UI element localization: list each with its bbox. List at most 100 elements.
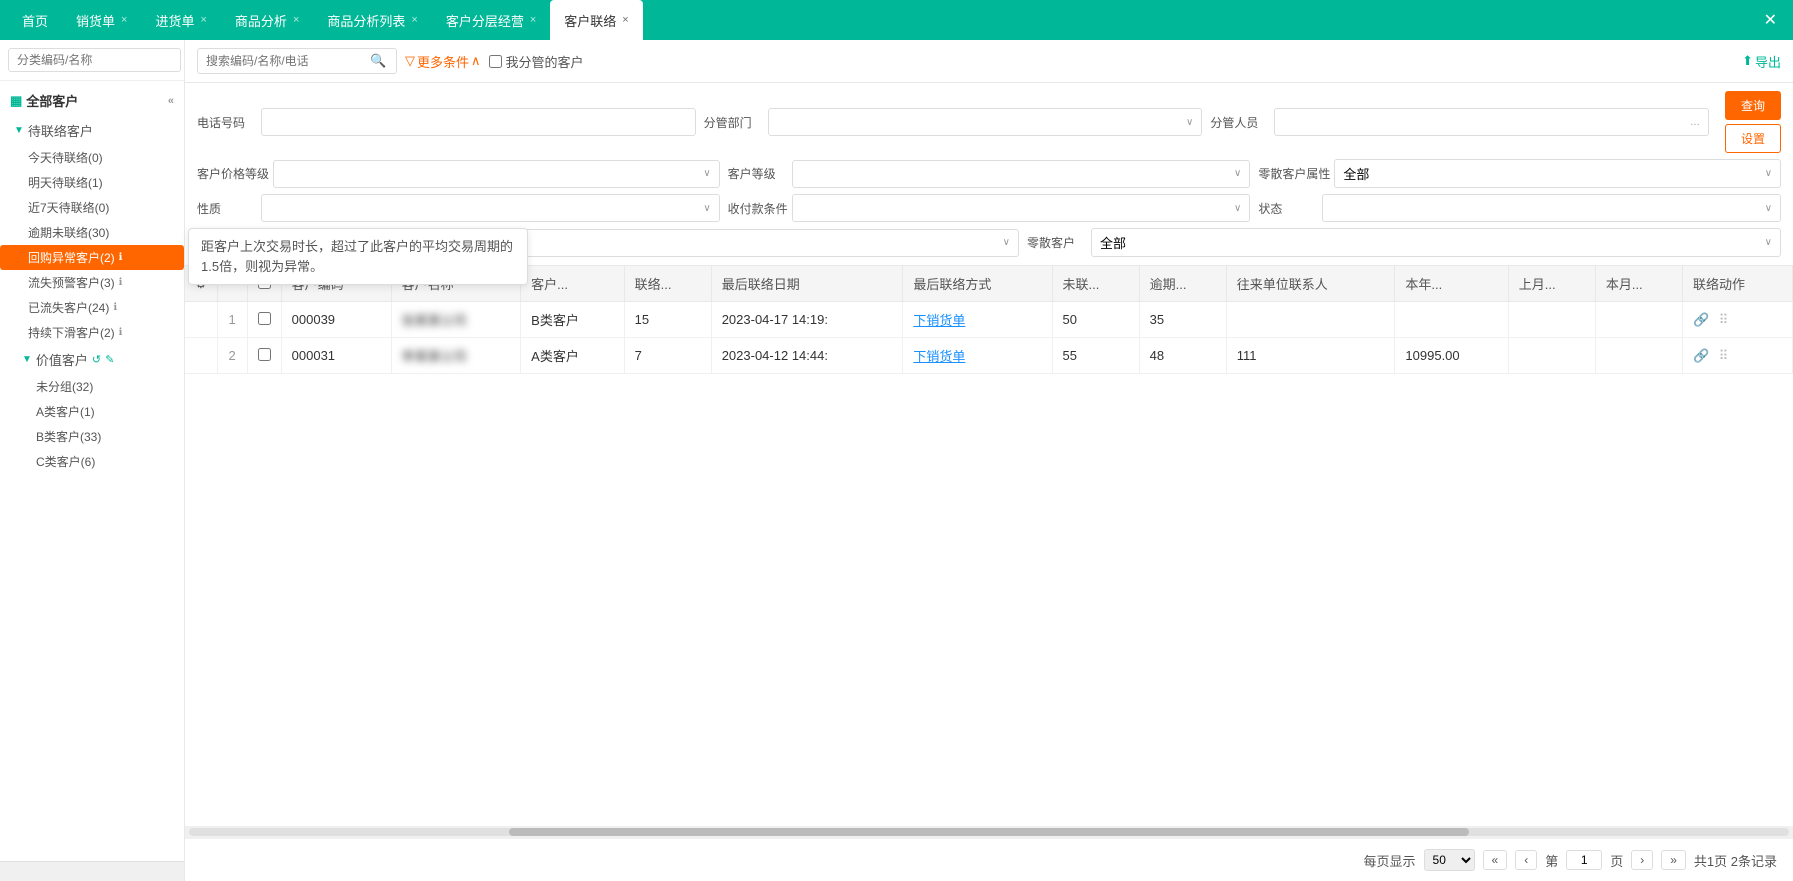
row1-checkbox[interactable] bbox=[258, 312, 271, 325]
row2-check[interactable] bbox=[247, 338, 281, 374]
per-page-select[interactable]: 50 20 100 bbox=[1424, 849, 1475, 871]
nav-item-purchase[interactable]: 进货单 × bbox=[141, 0, 220, 40]
filter-person: 分管人员 … bbox=[1210, 108, 1709, 136]
row1-last-method[interactable]: 下销货单 bbox=[903, 302, 1052, 338]
row1-this-month bbox=[1595, 302, 1682, 338]
retail-attr-select[interactable]: 全部 ∨ bbox=[1334, 159, 1781, 188]
close-analysis-icon[interactable]: × bbox=[293, 14, 299, 26]
sidebar-item-lost[interactable]: 已流失客户(24) ℹ bbox=[0, 295, 184, 320]
row1-check[interactable] bbox=[247, 302, 281, 338]
sidebar-item-b-class[interactable]: B类客户(33) bbox=[8, 424, 184, 449]
person-select[interactable]: … bbox=[1274, 108, 1709, 136]
row2-name-blurred: 李某某公司 bbox=[402, 349, 467, 364]
sidebar-collapse-btn[interactable]: « bbox=[168, 95, 174, 107]
nav-item-home[interactable]: 首页 bbox=[8, 0, 62, 40]
row2-last-method[interactable]: 下销货单 bbox=[903, 338, 1052, 374]
dept-select[interactable]: ∨ bbox=[768, 108, 1203, 136]
gender-select[interactable]: ∨ bbox=[261, 194, 720, 222]
row1-contact-person bbox=[1226, 302, 1395, 338]
retail-customer-select[interactable]: 全部 ∨ bbox=[1091, 228, 1781, 257]
filter-phone: 电话号码 bbox=[197, 108, 696, 136]
col-overdue[interactable]: 逾期... bbox=[1139, 266, 1226, 302]
status-select[interactable]: ∨ bbox=[1322, 194, 1781, 222]
value-customers-header[interactable]: ▼ 价值客户 ↺ ✎ bbox=[8, 345, 184, 374]
horizontal-scrollbar[interactable] bbox=[185, 826, 1793, 838]
close-purchase-icon[interactable]: × bbox=[200, 14, 206, 26]
row1-last-date: 2023-04-17 14:19: bbox=[711, 302, 903, 338]
col-contact-count[interactable]: 联络... bbox=[624, 266, 711, 302]
sidebar-item-loss-warning[interactable]: 流失预警客户(3) ℹ bbox=[0, 270, 184, 295]
row1-link-icon[interactable]: 🔗 bbox=[1693, 312, 1709, 327]
query-button[interactable]: 查询 bbox=[1725, 91, 1781, 120]
chevron-down-icon: ∧ bbox=[471, 53, 481, 69]
row2-link-icon[interactable]: 🔗 bbox=[1693, 348, 1709, 363]
sidebar-item-declining[interactable]: 持续下滑客户(2) ℹ bbox=[0, 320, 184, 345]
last-page-btn[interactable]: » bbox=[1661, 850, 1686, 870]
row1-menu-icon[interactable]: ⠿ bbox=[1719, 312, 1729, 327]
customer-level-select[interactable]: ∨ bbox=[792, 160, 1251, 188]
sidebar-item-ungrouped[interactable]: 未分组(32) bbox=[8, 374, 184, 399]
col-level[interactable]: 客户... bbox=[521, 266, 624, 302]
nav-item-analysis[interactable]: 商品分析 × bbox=[221, 0, 313, 40]
sidebar-item-7days[interactable]: 近7天待联络(0) bbox=[0, 195, 184, 220]
settings-button[interactable]: 设置 bbox=[1725, 124, 1781, 153]
close-customer-contact-icon[interactable]: × bbox=[622, 14, 628, 26]
row2-num: 2 bbox=[217, 338, 247, 374]
row2-menu-icon[interactable]: ⠿ bbox=[1719, 348, 1729, 363]
sidebar-item-c-class[interactable]: C类客户(6) bbox=[8, 449, 184, 474]
all-customers-header[interactable]: ▦ 全部客户 « bbox=[0, 85, 184, 116]
main-search-input[interactable] bbox=[206, 54, 366, 68]
row2-actions[interactable]: 🔗 ⠿ bbox=[1682, 338, 1792, 374]
next-page-btn[interactable]: › bbox=[1631, 850, 1653, 870]
row2-code: 000031 bbox=[281, 338, 391, 374]
sidebar-item-today[interactable]: 今天待联络(0) bbox=[0, 145, 184, 170]
window-close-button[interactable]: ✕ bbox=[1756, 10, 1785, 30]
sidebar-item-overdue[interactable]: 逾期未联络(30) bbox=[0, 220, 184, 245]
dept-select-arrow: ∨ bbox=[1186, 117, 1193, 128]
pending-contact-header[interactable]: ▼ 待联络客户 bbox=[0, 116, 184, 145]
nav-label-analysis: 商品分析 bbox=[235, 11, 287, 30]
search-icon-main[interactable]: 🔍 bbox=[370, 53, 386, 69]
refresh-icon[interactable]: ↺ bbox=[92, 353, 101, 366]
prev-page-btn[interactable]: ‹ bbox=[1515, 850, 1537, 870]
first-page-btn[interactable]: « bbox=[1483, 850, 1508, 870]
col-last-month[interactable]: 上月... bbox=[1508, 266, 1595, 302]
nav-item-sales[interactable]: 销货单 × bbox=[62, 0, 141, 40]
filter-dept: 分管部门 ∨ bbox=[704, 108, 1203, 136]
col-year-amount[interactable]: 本年... bbox=[1395, 266, 1508, 302]
close-customer-mgmt-icon[interactable]: × bbox=[530, 14, 536, 26]
close-analysis-list-icon[interactable]: × bbox=[411, 14, 417, 26]
sidebar-item-a-class[interactable]: A类客户(1) bbox=[8, 399, 184, 424]
col-last-date[interactable]: 最后联络日期 bbox=[711, 266, 903, 302]
page-input[interactable] bbox=[1566, 850, 1602, 870]
sidebar-item-repurchase-abnormal[interactable]: 回购异常客户(2) ℹ bbox=[0, 245, 184, 270]
export-btn[interactable]: ⬆ 导出 bbox=[1742, 52, 1781, 71]
scrollbar-thumb[interactable] bbox=[509, 828, 1469, 836]
page-end-label: 页 bbox=[1610, 851, 1623, 870]
nav-item-customer-contact[interactable]: 客户联络 × bbox=[550, 0, 642, 40]
my-customers-checkbox[interactable] bbox=[489, 55, 502, 68]
row1-actions[interactable]: 🔗 ⠿ bbox=[1682, 302, 1792, 338]
edit-icon[interactable]: ✎ bbox=[105, 353, 114, 366]
close-sales-icon[interactable]: × bbox=[121, 14, 127, 26]
price-level-select[interactable]: ∨ bbox=[273, 160, 720, 188]
sidebar-search-input[interactable] bbox=[8, 48, 181, 72]
sidebar-item-tomorrow[interactable]: 明天待联络(1) bbox=[0, 170, 184, 195]
nav-item-customer-mgmt[interactable]: 客户分层经营 × bbox=[432, 0, 550, 40]
export-icon: ⬆ bbox=[1742, 53, 1753, 69]
row2-name: 李某某公司 bbox=[391, 338, 521, 374]
info-icon-lost: ℹ bbox=[113, 302, 117, 313]
info-icon-declining: ℹ bbox=[119, 327, 123, 338]
nav-item-analysis-list[interactable]: 商品分析列表 × bbox=[313, 0, 431, 40]
filter-retail-customer: 零散客户 全部 ∨ bbox=[1027, 228, 1781, 257]
col-unlinkd[interactable]: 未联... bbox=[1052, 266, 1139, 302]
col-this-month[interactable]: 本月... bbox=[1595, 266, 1682, 302]
phone-input[interactable] bbox=[261, 108, 696, 136]
my-customers-filter[interactable]: 我分管的客户 bbox=[489, 52, 584, 71]
table-scroll[interactable]: ⚙ 客户编码 客户名称 客户... 联络... 最后联络日期 最后联络方式 未联 bbox=[185, 266, 1793, 826]
row2-checkbox[interactable] bbox=[258, 348, 271, 361]
col-contact-person[interactable]: 往来单位联系人 bbox=[1226, 266, 1395, 302]
payment-select[interactable]: ∨ bbox=[792, 194, 1251, 222]
col-last-method[interactable]: 最后联络方式 bbox=[903, 266, 1052, 302]
more-conditions-btn[interactable]: ▽ 更多条件 ∧ bbox=[405, 52, 481, 71]
